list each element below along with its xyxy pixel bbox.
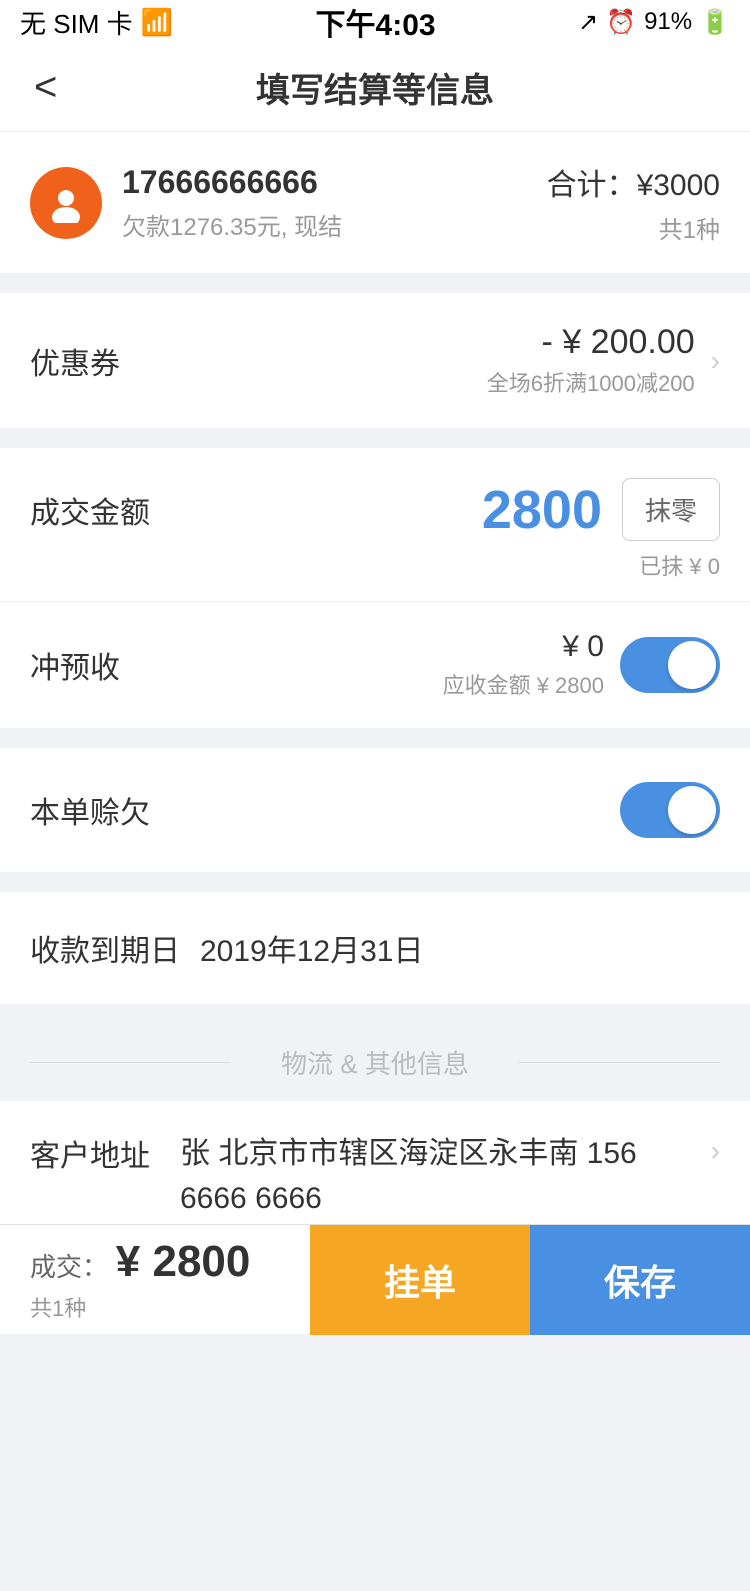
logistics-divider: 物流 & 其他信息: [0, 1024, 750, 1101]
advance-row: 冲预收 ¥ 0 应收金额 ¥ 2800: [0, 601, 750, 728]
customer-info: 17666666666 欠款1276.35元, 现结: [122, 164, 342, 242]
status-time: 下午4:03: [316, 0, 436, 44]
debit-card: 本单赊欠: [0, 748, 750, 872]
transaction-card: 成交金额 2800 抹零 已抹 ¥ 0 冲预收 ¥ 0 应收金额 ¥ 2800: [0, 448, 750, 728]
customer-total: 合计：¥3000 共1种: [547, 160, 720, 245]
sim-status: 无 SIM 卡: [20, 4, 133, 41]
advance-right: ¥ 0 应收金额 ¥ 2800: [443, 630, 720, 700]
coupon-amount: - ¥ 200.00: [487, 323, 695, 362]
bottom-deal-row: 成交： ¥ 2800: [30, 1237, 280, 1287]
bottom-bar: 成交： ¥ 2800 共1种 挂单 保存: [0, 1224, 750, 1334]
battery-text: 91%: [644, 8, 692, 36]
page-title: 填写结算等信息: [256, 63, 494, 112]
alarm-icon: ⏰: [606, 8, 636, 37]
total-amount: 合计：¥3000: [547, 160, 720, 204]
location-icon: ↗: [578, 8, 598, 37]
erased-label: 已抹 ¥ 0: [0, 541, 750, 601]
battery-icon: 🔋: [700, 8, 730, 37]
coupon-right: - ¥ 200.00 全场6折满1000减200 ›: [487, 323, 720, 398]
bottom-deal-label: 成交：: [30, 1252, 108, 1282]
duedate-label: 收款到期日: [30, 926, 180, 970]
status-left: 无 SIM 卡 📶: [20, 4, 173, 41]
total-amount-value: ¥3000: [637, 169, 720, 202]
bottom-summary: 成交： ¥ 2800 共1种: [0, 1237, 310, 1323]
debit-label: 本单赊欠: [30, 788, 150, 832]
back-button[interactable]: <: [24, 55, 67, 120]
address-value: 张 北京市市辖区海淀区永丰南 156 6666 6666: [180, 1131, 701, 1221]
customer-card: 17666666666 欠款1276.35元, 现结 合计：¥3000 共1种: [0, 132, 750, 273]
customer-left: 17666666666 欠款1276.35元, 现结: [30, 164, 342, 242]
transaction-row: 成交金额 2800 抹零: [0, 448, 750, 541]
coupon-chevron-icon: ›: [711, 345, 720, 377]
logistics-text: 物流 & 其他信息: [281, 1044, 469, 1081]
customer-phone: 17666666666: [122, 164, 342, 201]
coupon-discount: - ¥ 200.00 全场6折满1000减200: [487, 323, 695, 398]
transaction-amount: 2800: [482, 479, 602, 541]
total-label: 合计：: [547, 169, 637, 202]
bottom-amount: ¥ 2800: [116, 1237, 251, 1286]
customer-debt: 欠款1276.35元, 现结: [122, 207, 342, 242]
round-button[interactable]: 抹零: [622, 478, 720, 541]
address-label: 客户地址: [30, 1131, 150, 1175]
advance-toggle[interactable]: [620, 637, 720, 693]
save-button[interactable]: 保存: [530, 1225, 750, 1335]
transaction-right: 2800 抹零: [482, 478, 720, 541]
debit-toggle-knob: [668, 786, 716, 834]
coupon-card[interactable]: 优惠券 - ¥ 200.00 全场6折满1000减200 ›: [0, 293, 750, 428]
divider-line-left: [30, 1062, 231, 1063]
advance-amount: ¥ 0: [443, 630, 604, 664]
wifi-icon: 📶: [141, 7, 173, 38]
nav-bar: < 填写结算等信息: [0, 44, 750, 132]
total-count: 共1种: [547, 210, 720, 245]
advance-receivable: 应收金额 ¥ 2800: [443, 668, 604, 700]
advance-label: 冲预收: [30, 643, 120, 687]
duedate-value: 2019年12月31日: [200, 926, 423, 970]
bottom-count: 共1种: [30, 1291, 280, 1323]
divider-line-right: [519, 1062, 720, 1063]
status-bar: 无 SIM 卡 📶 下午4:03 ↗ ⏰ 91% 🔋: [0, 0, 750, 44]
suspend-button[interactable]: 挂单: [310, 1225, 530, 1335]
coupon-label: 优惠券: [30, 339, 120, 383]
transaction-label: 成交金额: [30, 478, 150, 532]
toggle-knob: [668, 641, 716, 689]
status-right: ↗ ⏰ 91% 🔋: [578, 8, 730, 37]
main-content: 17666666666 欠款1276.35元, 现结 合计：¥3000 共1种 …: [0, 132, 750, 1591]
avatar: [30, 167, 102, 239]
address-chevron-icon: ›: [711, 1135, 720, 1167]
debit-toggle[interactable]: [620, 782, 720, 838]
coupon-desc: 全场6折满1000减200: [487, 366, 695, 398]
duedate-card: 收款到期日 2019年12月31日: [0, 892, 750, 1004]
advance-amount-block: ¥ 0 应收金额 ¥ 2800: [443, 630, 604, 700]
